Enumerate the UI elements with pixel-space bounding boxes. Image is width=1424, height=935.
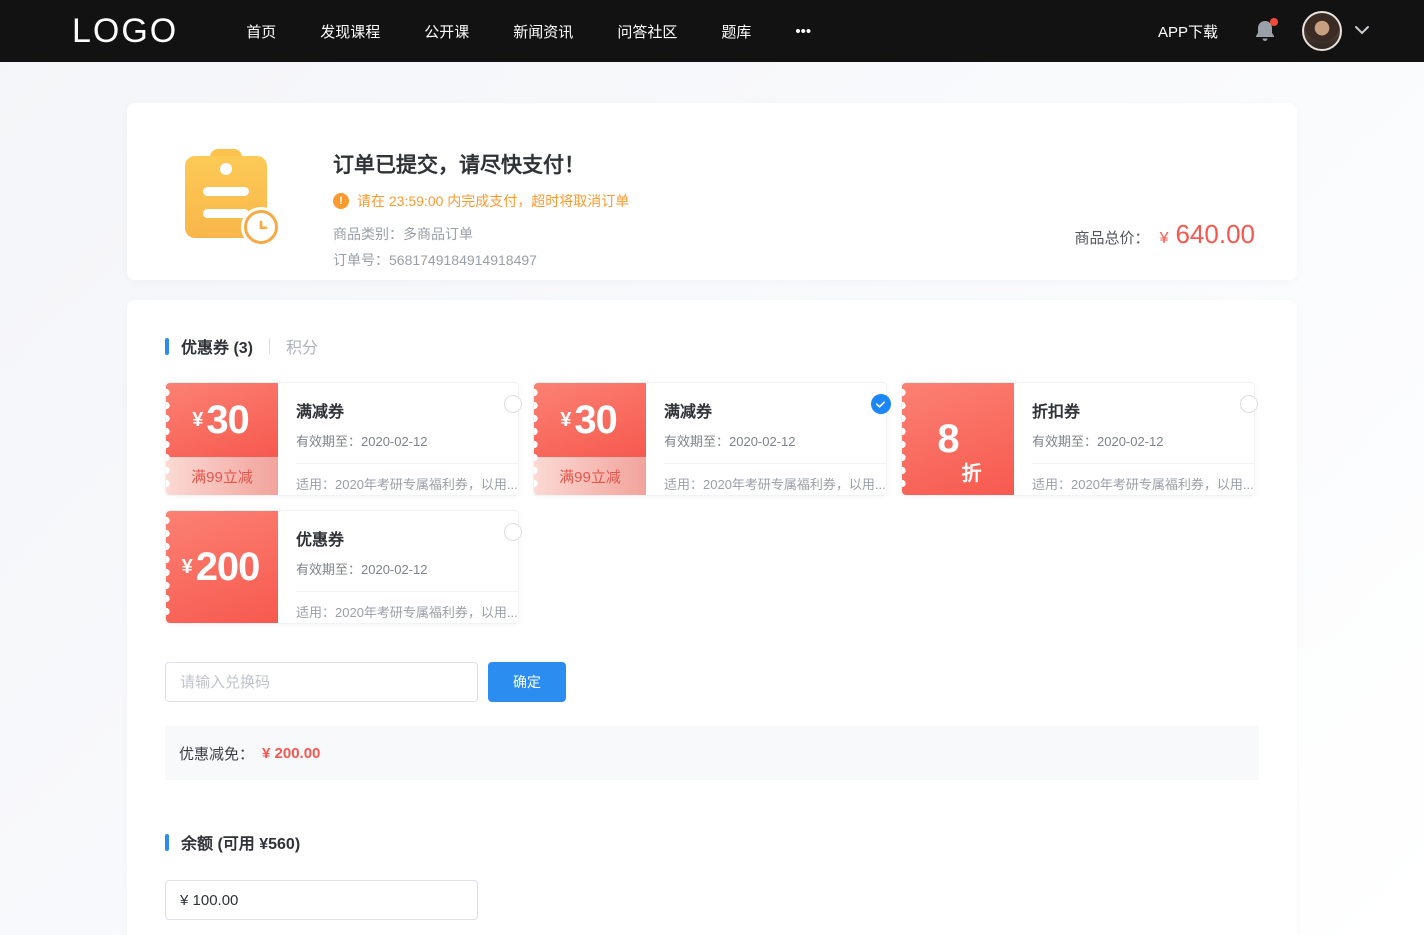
section-accent-bar xyxy=(165,338,169,355)
coupon-radio-unselected[interactable] xyxy=(1240,395,1258,413)
nav-item-open-classes[interactable]: 公开课 xyxy=(424,21,469,42)
coupon-scope: 适用：2020年考研专属福利券，以用... xyxy=(296,474,518,493)
clock-icon xyxy=(241,207,281,247)
discount-value: ¥ 200.00 xyxy=(262,745,320,762)
deadline-text: 请在 23:59:00 内完成支付，超时将取消订单 xyxy=(357,191,629,211)
coupon-scope: 适用：2020年考研专属福利券，以用... xyxy=(1032,474,1254,493)
coupon-title: 优惠券 xyxy=(296,526,518,550)
notification-dot xyxy=(1270,18,1278,26)
order-total-price: 商品总价： ¥ 640.00 xyxy=(1075,219,1255,250)
coupon-section-header: 优惠券 (3) 积分 xyxy=(165,334,1259,358)
balance-section-header: 余额 (可用 ¥560) xyxy=(165,830,1259,854)
tab-divider xyxy=(269,339,270,354)
nav-item-qa-community[interactable]: 问答社区 xyxy=(617,21,677,42)
nav-item-discover-courses[interactable]: 发现课程 xyxy=(320,21,380,42)
total-price-label: 商品总价： xyxy=(1075,227,1150,248)
balance-amount-input[interactable] xyxy=(165,880,478,920)
payment-options-panel: 优惠券 (3) 积分 ¥30 满99立减 满减券 有效期至：2020-02-12… xyxy=(127,300,1297,935)
coupon-list: ¥30 满99立减 满减券 有效期至：2020-02-12 适用：2020年考研… xyxy=(165,382,1259,624)
order-clipboard-icon xyxy=(183,147,283,247)
coupon-value-stub: ¥200 xyxy=(166,511,278,623)
top-nav: LOGO 首页 发现课程 公开课 新闻资讯 问答社区 题库 ••• APP下载 xyxy=(0,0,1424,62)
warning-icon: ! xyxy=(333,193,349,209)
app-download-link[interactable]: APP下载 xyxy=(1158,21,1218,42)
notification-bell-icon[interactable] xyxy=(1254,19,1276,43)
nav-item-home[interactable]: 首页 xyxy=(246,21,276,42)
discount-summary-strip: 优惠减免： ¥ 200.00 xyxy=(165,726,1259,780)
coupon-title: 满减券 xyxy=(664,398,886,422)
coupon-validity: 有效期至：2020-02-12 xyxy=(1032,431,1254,450)
coupon-card[interactable]: 8折 折扣券 有效期至：2020-02-12 适用：2020年考研专属福利券，以… xyxy=(901,382,1255,496)
discount-label: 优惠减免： xyxy=(179,743,254,764)
coupon-value-stub: ¥30 满99立减 xyxy=(534,383,646,495)
logo[interactable]: LOGO xyxy=(72,12,178,51)
redeem-confirm-button[interactable]: 确定 xyxy=(488,662,566,702)
coupon-radio-selected[interactable] xyxy=(871,394,891,414)
order-category-value: 多商品订单 xyxy=(403,226,473,242)
coupon-radio-unselected[interactable] xyxy=(504,523,522,541)
order-number-value: 5681749184914918497 xyxy=(389,252,537,268)
nav-more-menu[interactable]: ••• xyxy=(795,23,811,40)
coupon-validity: 有效期至：2020-02-12 xyxy=(296,559,518,578)
order-info: 订单已提交，请尽快支付！ ! 请在 23:59:00 内完成支付，超时将取消订单… xyxy=(333,147,629,280)
currency-symbol: ¥ xyxy=(1160,230,1169,248)
user-avatar[interactable] xyxy=(1302,11,1342,51)
coupon-scope: 适用：2020年考研专属福利券，以用... xyxy=(296,602,518,621)
coupon-title: 折扣券 xyxy=(1032,398,1254,422)
coupon-value-stub: ¥30 满99立减 xyxy=(166,383,278,495)
tab-points[interactable]: 积分 xyxy=(286,334,318,358)
payment-deadline-notice: ! 请在 23:59:00 内完成支付，超时将取消订单 xyxy=(333,191,629,211)
balance-title: 余额 (可用 ¥560) xyxy=(181,830,300,854)
order-number-row: 订单号：5681749184914918497 xyxy=(333,247,629,273)
order-title: 订单已提交，请尽快支付！ xyxy=(333,149,629,179)
coupon-condition: 满99立减 xyxy=(166,457,278,495)
order-category-row: 商品类别：多商品订单 xyxy=(333,221,629,247)
order-banner: 订单已提交，请尽快支付！ ! 请在 23:59:00 内完成支付，超时将取消订单… xyxy=(127,103,1297,280)
total-price-value: 640.00 xyxy=(1175,219,1255,250)
coupon-validity: 有效期至：2020-02-12 xyxy=(664,431,886,450)
nav-right: APP下载 xyxy=(1158,11,1370,51)
coupon-scope: 适用：2020年考研专属福利券，以用... xyxy=(664,474,886,493)
coupon-validity: 有效期至：2020-02-12 xyxy=(296,431,518,450)
coupon-value-stub: 8折 xyxy=(902,383,1014,495)
tab-coupons[interactable]: 优惠券 (3) xyxy=(181,334,253,358)
nav-menu: 首页 发现课程 公开课 新闻资讯 问答社区 题库 ••• xyxy=(246,21,811,42)
coupon-radio-unselected[interactable] xyxy=(504,395,522,413)
redeem-code-row: 确定 xyxy=(165,662,1259,702)
chevron-down-icon[interactable] xyxy=(1354,22,1370,40)
coupon-card[interactable]: ¥200 优惠券 有效期至：2020-02-12 适用：2020年考研专属福利券… xyxy=(165,510,519,624)
order-meta: 商品类别：多商品订单 订单号：5681749184914918497 xyxy=(333,221,629,273)
nav-item-question-bank[interactable]: 题库 xyxy=(721,21,751,42)
redeem-code-input[interactable] xyxy=(165,662,478,702)
coupon-condition: 满99立减 xyxy=(534,457,646,495)
coupon-card[interactable]: ¥30 满99立减 满减券 有效期至：2020-02-12 适用：2020年考研… xyxy=(533,382,887,496)
nav-item-news[interactable]: 新闻资讯 xyxy=(513,21,573,42)
coupon-title: 满减券 xyxy=(296,398,518,422)
coupon-card[interactable]: ¥30 满99立减 满减券 有效期至：2020-02-12 适用：2020年考研… xyxy=(165,382,519,496)
section-accent-bar xyxy=(165,834,169,851)
